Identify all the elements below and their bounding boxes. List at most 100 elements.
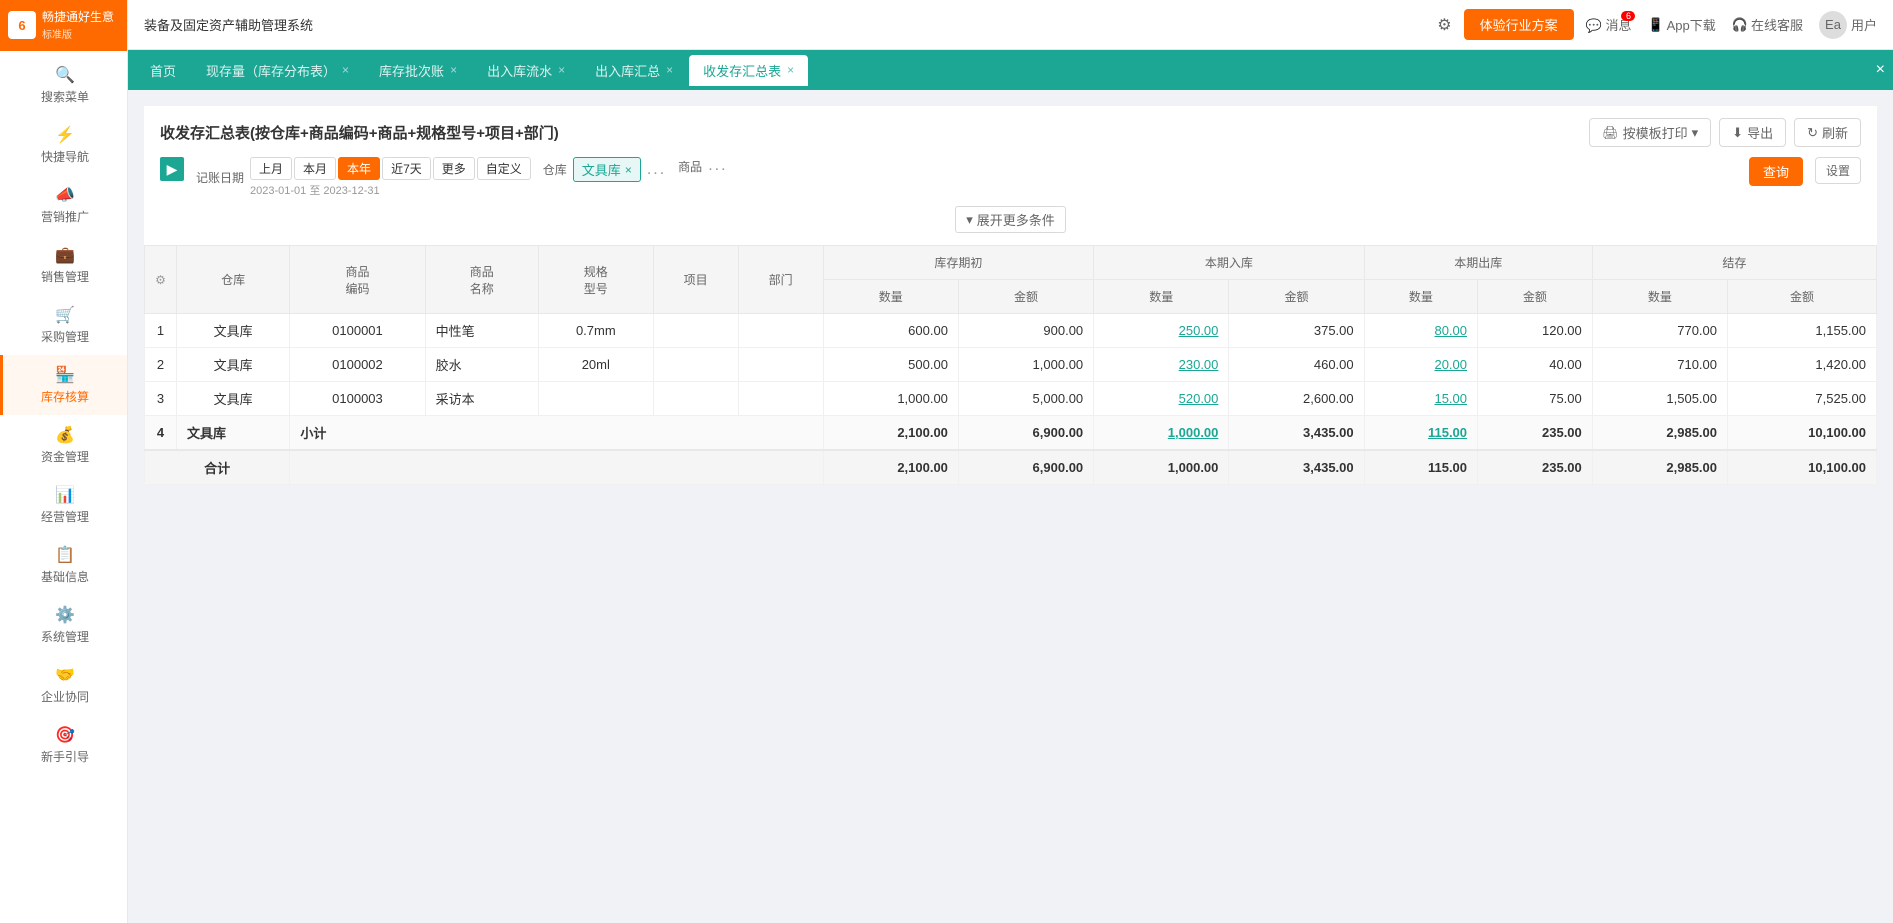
row-opening-amt: 5,000.00	[958, 382, 1093, 416]
trial-btn[interactable]: 体验行业方案	[1464, 9, 1574, 40]
row-in-qty[interactable]: 520.00	[1094, 382, 1229, 416]
headset-icon: 🎧	[1732, 17, 1748, 33]
sidebar-item-system[interactable]: ⚙️系统管理	[0, 595, 127, 655]
service-btn[interactable]: 🎧 在线客服	[1732, 15, 1803, 34]
warehouse-more[interactable]: ...	[647, 161, 666, 179]
message-btn[interactable]: 💬 6 消息	[1586, 15, 1632, 34]
date-custom[interactable]: 自定义	[477, 157, 531, 180]
tab-recv-summary[interactable]: 收发存汇总表 ×	[689, 55, 808, 86]
sidebar-brand: 畅捷通好生意 标准版	[42, 10, 114, 41]
row-warehouse: 文具库	[177, 314, 290, 348]
row-warehouse: 文具库	[177, 348, 290, 382]
sidebar-item-label-search: 搜索菜单	[41, 88, 89, 105]
date-range: 2023-01-01 至 2023-12-31	[250, 182, 531, 198]
mobile-icon: 📱	[1647, 17, 1663, 33]
row-out-amt: 120.00	[1478, 314, 1593, 348]
settings-btn[interactable]: 设置	[1815, 157, 1861, 184]
tab-summary[interactable]: 出入库汇总 ×	[581, 55, 687, 86]
sidebar-item-label-quick: 快捷导航	[41, 148, 89, 165]
sidebar-item-purchase[interactable]: 🛒采购管理	[0, 295, 127, 355]
app-download-btn[interactable]: 📱 App下载	[1647, 15, 1715, 34]
row-out-amt: 75.00	[1478, 382, 1593, 416]
row-department	[738, 314, 823, 348]
col-settings[interactable]: ⚙	[145, 246, 177, 314]
user-menu[interactable]: Ea 用户	[1819, 11, 1877, 39]
refresh-btn[interactable]: ↻ 刷新	[1794, 118, 1861, 147]
subtotal-in-qty[interactable]: 1,000.00	[1094, 416, 1229, 451]
tab-close-summary[interactable]: ×	[666, 63, 673, 77]
product-more[interactable]: ...	[708, 157, 727, 175]
row-opening-qty: 600.00	[823, 314, 958, 348]
col-group-opening: 库存期初	[823, 246, 1093, 280]
sidebar-header: 6 畅捷通好生意 标准版	[0, 0, 127, 51]
total-out-qty: 115.00	[1364, 450, 1477, 485]
sidebar-item-operations[interactable]: 📊经营管理	[0, 475, 127, 535]
col-out-qty: 数量	[1364, 280, 1477, 314]
date-last-month[interactable]: 上月	[250, 157, 292, 180]
filter-toggle[interactable]: ▶	[160, 157, 184, 181]
row-in-qty[interactable]: 250.00	[1094, 314, 1229, 348]
row-out-qty[interactable]: 15.00	[1364, 382, 1477, 416]
col-product-name: 商品名称	[425, 246, 538, 314]
tab-inventory-dist[interactable]: 现存量（库存分布表） ×	[192, 55, 363, 86]
sidebar-item-inventory[interactable]: 🏪库存核算	[0, 355, 127, 415]
tab-batch[interactable]: 库存批次账 ×	[365, 55, 471, 86]
sidebar-item-guide[interactable]: 🎯新手引导	[0, 715, 127, 775]
row-out-qty[interactable]: 80.00	[1364, 314, 1477, 348]
sidebar-item-finance[interactable]: 💰资金管理	[0, 415, 127, 475]
marketing-icon: 📣	[55, 185, 75, 205]
warehouse-filter: 仓库 文具库 × ...	[543, 157, 666, 182]
sidebar-item-sales[interactable]: 💼销售管理	[0, 235, 127, 295]
tab-home[interactable]: 首页	[136, 55, 190, 86]
gear-icon[interactable]: ⚙	[1437, 15, 1451, 35]
total-closing-qty: 2,985.00	[1592, 450, 1727, 485]
row-opening-qty: 500.00	[823, 348, 958, 382]
row-out-qty[interactable]: 20.00	[1364, 348, 1477, 382]
date-this-month[interactable]: 本月	[294, 157, 336, 180]
tab-close-inventory-dist[interactable]: ×	[342, 63, 349, 77]
page-title: 收发存汇总表(按仓库+商品编码+商品+规格型号+项目+部门)	[160, 122, 559, 143]
date-7days[interactable]: 近7天	[382, 157, 431, 180]
tab-flow[interactable]: 出入库流水 ×	[473, 55, 579, 86]
system-title: 装备及固定资产辅助管理系统	[144, 15, 1425, 34]
topbar-actions: ⚙ 体验行业方案	[1437, 9, 1573, 40]
sidebar-item-marketing[interactable]: 📣营销推广	[0, 175, 127, 235]
query-btn[interactable]: 查询	[1749, 157, 1803, 186]
sidebar-item-search[interactable]: 🔍搜索菜单	[0, 55, 127, 115]
warehouse-tag-close[interactable]: ×	[625, 163, 632, 177]
sidebar-item-quick[interactable]: ⚡快捷导航	[0, 115, 127, 175]
row-name: 中性笔	[425, 314, 538, 348]
expand-row: ▾ 展开更多条件	[160, 206, 1861, 233]
export-btn[interactable]: ⬇ 导出	[1719, 118, 1786, 147]
sidebar-subtitle: 标准版	[42, 26, 114, 41]
col-group-in: 本期入库	[1094, 246, 1364, 280]
tab-close-recv-summary[interactable]: ×	[787, 63, 794, 77]
close-all-tabs[interactable]: ×	[1876, 61, 1885, 79]
sidebar-item-enterprise[interactable]: 🤝企业协同	[0, 655, 127, 715]
row-no: 3	[145, 382, 177, 416]
tab-close-flow[interactable]: ×	[558, 63, 565, 77]
subtotal-closing-qty: 2,985.00	[1592, 416, 1727, 451]
row-closing-qty: 710.00	[1592, 348, 1727, 382]
date-more[interactable]: 更多	[433, 157, 475, 180]
sidebar-item-basic[interactable]: 📋基础信息	[0, 535, 127, 595]
subtotal-out-qty[interactable]: 115.00	[1364, 416, 1477, 451]
row-spec: 20ml	[538, 348, 653, 382]
sidebar-item-label-enterprise: 企业协同	[41, 688, 89, 705]
print-btn[interactable]: 🖨 按模板打印 ▾	[1589, 118, 1711, 147]
row-warehouse: 文具库	[177, 382, 290, 416]
inventory-icon: 🏪	[55, 365, 75, 385]
row-closing-qty: 770.00	[1592, 314, 1727, 348]
tab-close-batch[interactable]: ×	[450, 63, 457, 77]
col-in-qty: 数量	[1094, 280, 1229, 314]
col-group-closing: 结存	[1592, 246, 1876, 280]
product-label: 商品	[678, 158, 702, 175]
expand-conditions-btn[interactable]: ▾ 展开更多条件	[955, 206, 1066, 233]
sidebar-item-label-guide: 新手引导	[41, 748, 89, 765]
main-content: 收发存汇总表(按仓库+商品编码+商品+规格型号+项目+部门) 🖨 按模板打印 ▾…	[144, 106, 1877, 485]
row-in-qty[interactable]: 230.00	[1094, 348, 1229, 382]
date-this-year[interactable]: 本年	[338, 157, 380, 180]
col-closing-qty: 数量	[1592, 280, 1727, 314]
row-code: 0100002	[290, 348, 425, 382]
date-label: 记账日期	[196, 169, 244, 186]
